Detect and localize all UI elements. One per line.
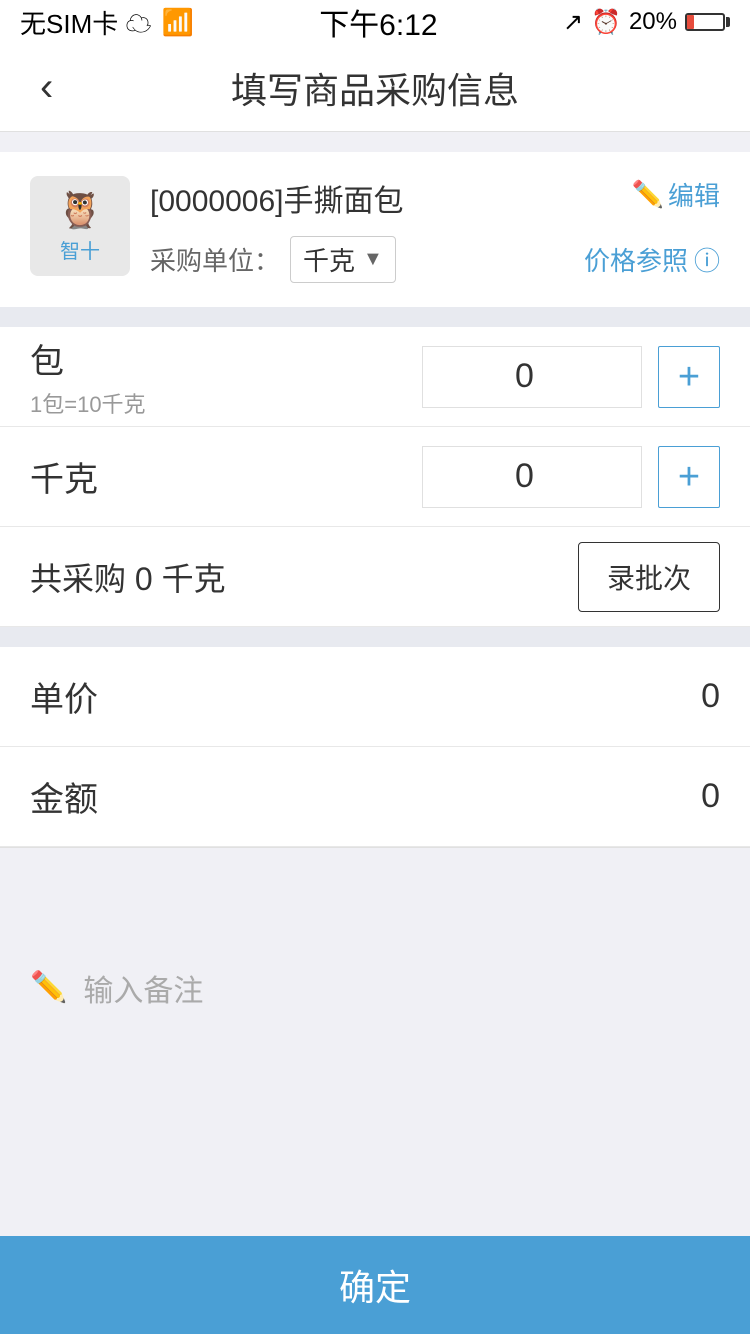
- back-button[interactable]: ‹: [30, 55, 63, 120]
- unit-value: 千克: [303, 241, 355, 278]
- quantity-section: 包 1包=10千克 + 千克 + 共采购 0 千克 录批次: [0, 327, 750, 627]
- page-title: 填写商品采购信息: [231, 62, 519, 114]
- status-right: ↗ ⏰ 20%: [563, 8, 730, 37]
- price-ref-button[interactable]: 价格参照 ⓘ: [584, 241, 720, 278]
- unit-price-row: 单价 0: [0, 647, 750, 747]
- product-unit-row: 采购单位： 千克 ▼ 价格参照 ⓘ: [150, 236, 720, 283]
- kg-input-row: 千克 +: [0, 427, 750, 527]
- dropdown-arrow-icon: ▼: [363, 248, 383, 271]
- nav-bar: ‹ 填写商品采购信息: [0, 44, 750, 132]
- kg-quantity-input[interactable]: [422, 446, 642, 508]
- product-info: [0000006]手撕面包 ✏️ 编辑 采购单位： 千克 ▼ 价格参照 ⓘ: [150, 176, 720, 283]
- confirm-button[interactable]: 确定: [0, 1236, 750, 1334]
- price-section: 单价 0 金额 0: [0, 647, 750, 847]
- total-row: 共采购 0 千克 录批次: [0, 527, 750, 627]
- unit-label: 采购单位：: [150, 241, 280, 278]
- wifi-icon: 📶: [161, 7, 193, 38]
- product-card: 🦉 智十 [0000006]手撕面包 ✏️ 编辑 采购单位： 千克 ▼ 价格参照…: [0, 152, 750, 307]
- battery-percent: 20%: [629, 8, 677, 36]
- unit-select[interactable]: 千克 ▼: [290, 236, 396, 283]
- product-logo-icon: 🦉: [58, 189, 103, 231]
- section-divider-1: [0, 307, 750, 327]
- product-logo-text: 智十: [60, 235, 100, 264]
- record-batch-button[interactable]: 录批次: [578, 542, 720, 612]
- product-name: [0000006]手撕面包: [150, 176, 403, 220]
- kg-input-control: +: [230, 446, 720, 508]
- pencil-icon: ✏️: [30, 970, 67, 1005]
- no-sim-text: 无SIM卡 ☁: [20, 4, 151, 41]
- edit-icon: ✏️: [632, 179, 664, 210]
- total-label: 共采购: [30, 561, 126, 597]
- kg-label: 千克: [30, 452, 230, 501]
- bag-label: 包 1包=10千克: [30, 334, 230, 419]
- kg-label-main: 千克: [30, 452, 230, 501]
- remark-section[interactable]: ✏️ 输入备注: [0, 847, 750, 1127]
- total-text: 共采购 0 千克: [30, 554, 226, 600]
- battery-icon: [685, 13, 730, 31]
- alarm-icon: ⏰: [591, 8, 621, 37]
- edit-label: 编辑: [668, 176, 720, 213]
- bag-plus-button[interactable]: +: [658, 346, 720, 408]
- bag-input-control: +: [230, 346, 720, 408]
- total-unit: 千克: [162, 561, 226, 597]
- price-ref-label: 价格参照: [584, 241, 688, 278]
- status-left: 无SIM卡 ☁ 📶: [20, 4, 194, 41]
- amount-label: 金额: [30, 772, 98, 821]
- amount-value: 0: [701, 777, 720, 816]
- status-bar: 无SIM卡 ☁ 📶 下午6:12 ↗ ⏰ 20%: [0, 0, 750, 44]
- amount-row: 金额 0: [0, 747, 750, 847]
- unit-price-value: 0: [701, 677, 720, 716]
- help-icon: ⓘ: [694, 241, 720, 278]
- product-header: [0000006]手撕面包 ✏️ 编辑: [150, 176, 720, 220]
- bag-label-sub: 1包=10千克: [30, 387, 230, 419]
- kg-plus-button[interactable]: +: [658, 446, 720, 508]
- total-value: 0: [135, 561, 153, 597]
- section-divider-2: [0, 627, 750, 647]
- edit-button[interactable]: ✏️ 编辑: [632, 176, 720, 213]
- bag-label-main: 包: [30, 334, 230, 383]
- remark-placeholder: 输入备注: [83, 966, 203, 1010]
- unit-price-label: 单价: [30, 672, 98, 721]
- location-icon: ↗: [563, 8, 583, 37]
- bag-input-row: 包 1包=10千克 +: [0, 327, 750, 427]
- status-time: 下午6:12: [319, 0, 437, 44]
- product-image: 🦉 智十: [30, 176, 130, 276]
- bag-quantity-input[interactable]: [422, 346, 642, 408]
